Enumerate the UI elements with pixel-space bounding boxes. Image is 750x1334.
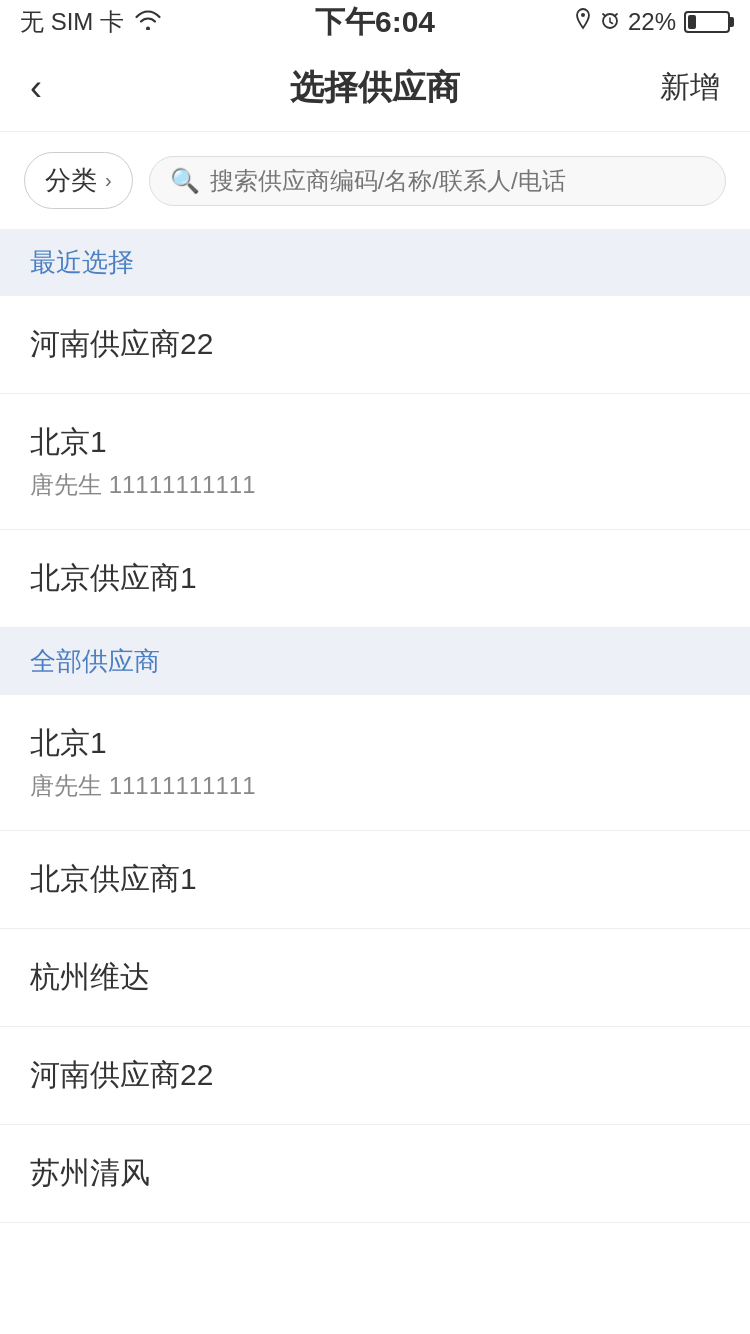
all-list: 北京1 唐先生 11111111111 北京供应商1 杭州维达河南供应商22 苏州清… (0, 695, 750, 1223)
list-item[interactable]: 北京供应商1 (0, 831, 750, 929)
list-item[interactable]: 北京1 唐先生 11111111111 (0, 394, 750, 530)
battery-percent: 22% (628, 8, 676, 36)
item-name: 北京供应商1 (30, 558, 720, 599)
recent-list: 河南供应商22 北京1 唐先生 11111111111 北京供应商1 (0, 296, 750, 628)
location-icon (574, 8, 592, 36)
item-name: 河南供应商22 (30, 324, 720, 365)
list-item[interactable]: 河南供应商22 (0, 1027, 750, 1125)
chevron-right-icon: › (105, 169, 112, 192)
alarm-icon (600, 8, 620, 36)
item-sub: 唐先生 11111111111 (30, 770, 720, 802)
recent-section-label: 最近选择 (30, 247, 134, 277)
list-item[interactable]: 杭州维达 (0, 929, 750, 1027)
search-box: 🔍 (149, 156, 726, 206)
svg-point-0 (581, 13, 585, 17)
back-button[interactable]: ‹ (30, 67, 90, 109)
search-input[interactable] (210, 167, 705, 195)
all-section-label: 全部供应商 (30, 646, 160, 676)
carrier-text: 无 SIM 卡 (20, 6, 124, 38)
item-name: 苏州清风 (30, 1153, 720, 1194)
nav-bar: ‹ 选择供应商 新增 (0, 44, 750, 132)
category-label: 分类 (45, 163, 97, 198)
item-name: 北京1 (30, 422, 720, 463)
item-name: 河南供应商22 (30, 1055, 720, 1096)
filter-bar: 分类 › 🔍 (0, 132, 750, 229)
page-title: 选择供应商 (290, 65, 460, 111)
status-left: 无 SIM 卡 (20, 6, 162, 38)
status-bar: 无 SIM 卡 下午6:04 22% (0, 0, 750, 44)
item-sub: 唐先生 11111111111 (30, 469, 720, 501)
item-name: 北京1 (30, 723, 720, 764)
wifi-icon (134, 8, 162, 36)
list-item[interactable]: 河南供应商22 (0, 296, 750, 394)
recent-section-header: 最近选择 (0, 229, 750, 296)
all-section-header: 全部供应商 (0, 628, 750, 695)
item-name: 北京供应商1 (30, 859, 720, 900)
item-name: 杭州维达 (30, 957, 720, 998)
list-item[interactable]: 北京供应商1 (0, 530, 750, 628)
category-button[interactable]: 分类 › (24, 152, 133, 209)
status-time: 下午6:04 (315, 2, 435, 43)
battery-icon (684, 11, 730, 33)
add-button[interactable]: 新增 (660, 67, 720, 108)
search-icon: 🔍 (170, 167, 200, 195)
list-item[interactable]: 北京1 唐先生 11111111111 (0, 695, 750, 831)
list-item[interactable]: 苏州清风 (0, 1125, 750, 1223)
status-right: 22% (574, 8, 730, 36)
